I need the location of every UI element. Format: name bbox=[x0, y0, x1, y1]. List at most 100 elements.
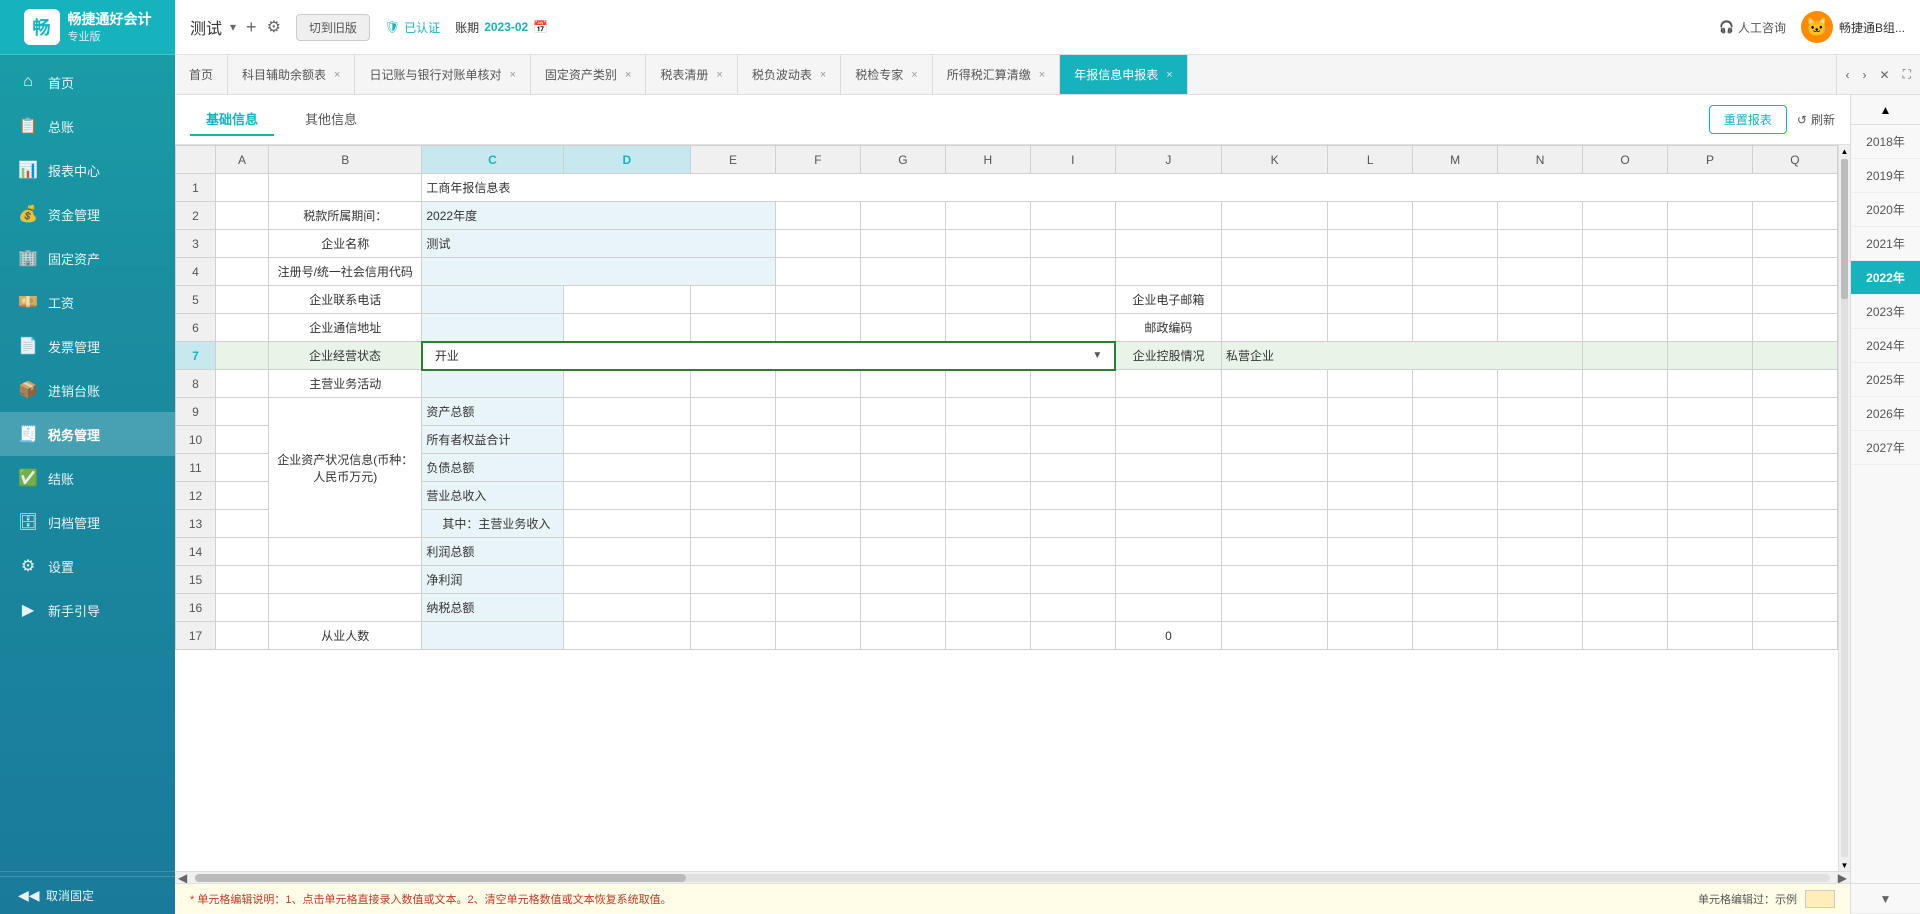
sidebar-item-guide[interactable]: ▶ 新手引导 bbox=[0, 588, 175, 632]
cell-10-k[interactable] bbox=[1222, 426, 1328, 454]
year-panel-down-nav[interactable]: ▼ bbox=[1851, 884, 1920, 914]
cell-1-b[interactable] bbox=[269, 174, 422, 202]
cell-4-j[interactable] bbox=[1115, 258, 1221, 286]
cell-14-g[interactable] bbox=[860, 538, 945, 566]
cell-2-m[interactable] bbox=[1413, 202, 1498, 230]
cell-2-j[interactable] bbox=[1115, 202, 1221, 230]
cell-2-g[interactable] bbox=[860, 202, 945, 230]
tab-所得税汇算清缴[interactable]: 所得税汇算清缴× bbox=[933, 55, 1060, 95]
cell-9-i[interactable] bbox=[1030, 398, 1115, 426]
cell-14-p[interactable] bbox=[1668, 538, 1753, 566]
cell-3-f[interactable] bbox=[776, 230, 861, 258]
cell-12-n[interactable] bbox=[1498, 482, 1583, 510]
cell-6-p[interactable] bbox=[1668, 314, 1753, 342]
sidebar-item-settings[interactable]: ⚙ 设置 bbox=[0, 544, 175, 588]
cell-12-g[interactable] bbox=[860, 482, 945, 510]
cell-14-i[interactable] bbox=[1030, 538, 1115, 566]
cell-11-n[interactable] bbox=[1498, 454, 1583, 482]
cell-17-f[interactable] bbox=[776, 622, 861, 650]
cell-13-f[interactable] bbox=[691, 510, 776, 538]
cell-17-h[interactable] bbox=[945, 622, 1030, 650]
cell-3-i[interactable] bbox=[1030, 230, 1115, 258]
cell-4-f[interactable] bbox=[776, 258, 861, 286]
cell-16-f[interactable] bbox=[776, 594, 861, 622]
cell-11-k[interactable] bbox=[1222, 454, 1328, 482]
cell-14-d[interactable] bbox=[563, 538, 690, 566]
tab-basic-info[interactable]: 基础信息 bbox=[190, 103, 274, 136]
cell-4-k[interactable] bbox=[1222, 258, 1328, 286]
cell-10-a[interactable] bbox=[216, 426, 269, 454]
cell-2-f[interactable] bbox=[776, 202, 861, 230]
cell-13-i[interactable] bbox=[945, 510, 1030, 538]
cell-6-k[interactable] bbox=[1222, 314, 1328, 342]
cell-2-q[interactable] bbox=[1752, 202, 1837, 230]
cell-12-o[interactable] bbox=[1583, 482, 1668, 510]
tab-首页[interactable]: 首页 bbox=[175, 55, 228, 95]
cell-8-m[interactable] bbox=[1413, 370, 1498, 398]
cell-12-m[interactable] bbox=[1413, 482, 1498, 510]
cell-6-i[interactable] bbox=[1030, 314, 1115, 342]
sidebar-item-asset[interactable]: 🏢 固定资产 bbox=[0, 236, 175, 280]
cell-6-a[interactable] bbox=[216, 314, 269, 342]
cell-17-i[interactable] bbox=[1030, 622, 1115, 650]
vscroll-track[interactable] bbox=[1841, 159, 1848, 857]
cell-13-d[interactable]: 其中：主营业务收入 bbox=[422, 510, 563, 538]
cell-11-i[interactable] bbox=[1030, 454, 1115, 482]
cell-15-m[interactable] bbox=[1413, 566, 1498, 594]
cell-3-a[interactable] bbox=[216, 230, 269, 258]
cell-9-f[interactable] bbox=[776, 398, 861, 426]
cell-16-m[interactable] bbox=[1413, 594, 1498, 622]
vscroll-down-btn[interactable]: ▼ bbox=[1839, 859, 1850, 871]
cell-10-n[interactable] bbox=[1498, 426, 1583, 454]
cell-9-e[interactable] bbox=[691, 398, 776, 426]
cell-14-f[interactable] bbox=[776, 538, 861, 566]
cell-16-k[interactable] bbox=[1222, 594, 1328, 622]
hscroll-track[interactable] bbox=[195, 874, 1830, 882]
year-item-2023年[interactable]: 2023年 bbox=[1851, 295, 1920, 329]
hscroll-thumb[interactable] bbox=[195, 874, 685, 882]
cell-17-o[interactable] bbox=[1583, 622, 1668, 650]
cell-10-o[interactable] bbox=[1583, 426, 1668, 454]
sidebar-collapse-btn[interactable]: ◀◀ 取消固定 bbox=[0, 876, 175, 914]
vscroll-up-btn[interactable]: ▲ bbox=[1839, 145, 1850, 157]
cell-17-p[interactable] bbox=[1668, 622, 1753, 650]
cell-12-q[interactable] bbox=[1752, 482, 1837, 510]
cell-14-a[interactable] bbox=[216, 538, 269, 566]
tab-close-all-btn[interactable]: ✕ bbox=[1876, 66, 1894, 84]
cell-8-k[interactable] bbox=[1222, 370, 1328, 398]
cell-2-k[interactable] bbox=[1222, 202, 1328, 230]
cell-4-i[interactable] bbox=[1030, 258, 1115, 286]
spreadsheet-body[interactable]: A B C D E F G H I J K L bbox=[175, 145, 1838, 871]
tab-close-btn[interactable]: × bbox=[334, 69, 340, 81]
cell-5-i[interactable] bbox=[1030, 286, 1115, 314]
cell-8-f[interactable] bbox=[776, 370, 861, 398]
cell-13-r[interactable] bbox=[1752, 510, 1837, 538]
cell-5-q[interactable] bbox=[1752, 286, 1837, 314]
tab-close-btn[interactable]: × bbox=[820, 69, 826, 81]
cell-8-h[interactable] bbox=[945, 370, 1030, 398]
cell-15-f[interactable] bbox=[776, 566, 861, 594]
cell-3-q[interactable] bbox=[1752, 230, 1837, 258]
cell-14-c[interactable]: 利润总额 bbox=[422, 538, 563, 566]
year-item-2022年[interactable]: 2022年 bbox=[1851, 261, 1920, 295]
cell-13-p[interactable] bbox=[1583, 510, 1668, 538]
cell-13-q[interactable] bbox=[1668, 510, 1753, 538]
cell-13-o[interactable] bbox=[1498, 510, 1583, 538]
cell-9-g[interactable] bbox=[860, 398, 945, 426]
cell-10-e[interactable] bbox=[691, 426, 776, 454]
cell-10-m[interactable] bbox=[1413, 426, 1498, 454]
tab-年报信息申报表[interactable]: 年报信息申报表× bbox=[1060, 55, 1187, 95]
cell-15-d[interactable] bbox=[563, 566, 690, 594]
cell-15-n[interactable] bbox=[1498, 566, 1583, 594]
cell-11-e[interactable] bbox=[691, 454, 776, 482]
cell-11-h[interactable] bbox=[945, 454, 1030, 482]
cell-15-g[interactable] bbox=[860, 566, 945, 594]
cell-4-g[interactable] bbox=[860, 258, 945, 286]
cell-16-l[interactable] bbox=[1328, 594, 1413, 622]
sidebar-item-invoice[interactable]: 📄 发票管理 bbox=[0, 324, 175, 368]
cell-5-d[interactable] bbox=[563, 286, 690, 314]
cell-15-i[interactable] bbox=[1030, 566, 1115, 594]
cell-10-d[interactable] bbox=[563, 426, 690, 454]
cell-16-n[interactable] bbox=[1498, 594, 1583, 622]
calendar-icon[interactable]: 📅 bbox=[533, 20, 548, 34]
